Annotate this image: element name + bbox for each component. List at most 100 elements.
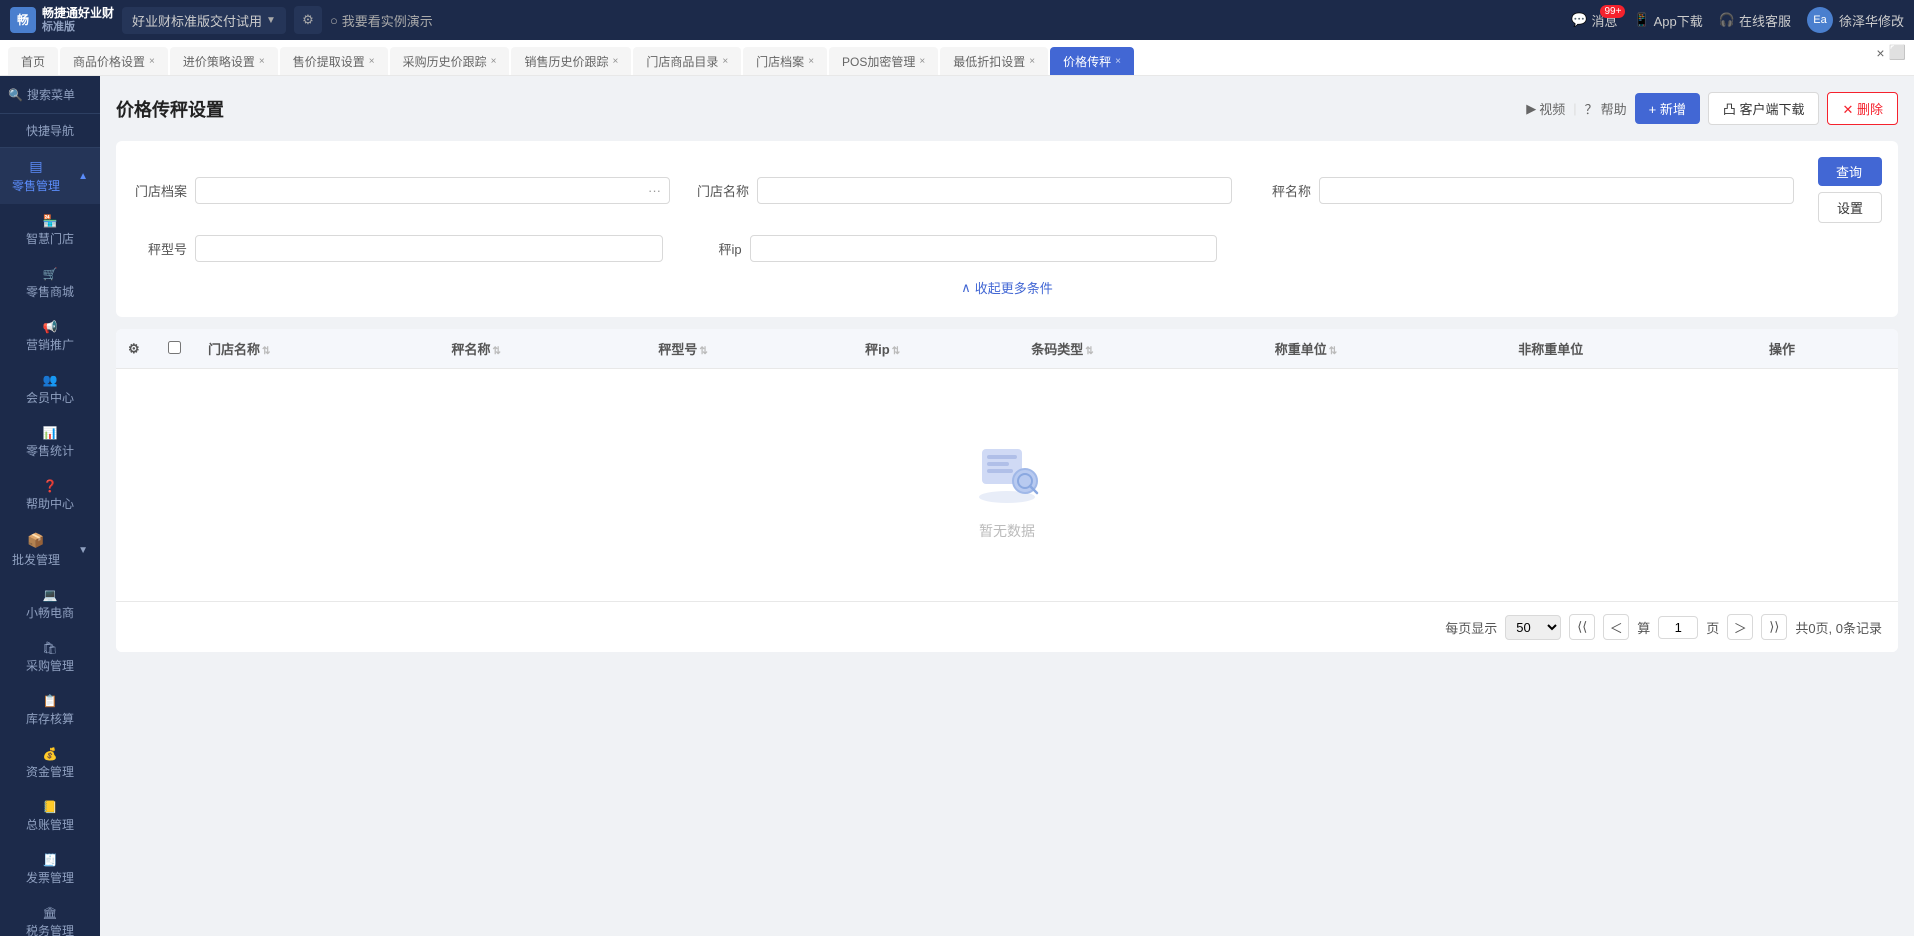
demo-button[interactable]: ○ 我要看实例演示 <box>330 11 433 30</box>
sidebar-item-help[interactable]: ❓ 帮助中心 <box>0 469 100 522</box>
sort-icon[interactable]: ⇅ <box>1085 346 1093 357</box>
close-icon[interactable]: × <box>808 56 814 67</box>
tab-close-buttons: × ⬜ <box>1868 44 1914 61</box>
sidebar-item-marketing[interactable]: 📢 营销推广 <box>0 310 100 363</box>
message-action[interactable]: 💬 消息 99+ <box>1571 11 1617 30</box>
app-download-action[interactable]: 📱 App下载 <box>1633 11 1702 30</box>
separator: | <box>1573 101 1576 116</box>
close-icon[interactable]: × <box>722 56 728 67</box>
tab-product-price[interactable]: 商品价格设置 × <box>60 47 168 75</box>
scale-ip-input[interactable] <box>750 235 1218 262</box>
page-content: 价格传秤设置 ▶ 视频 | ？ 帮助 + 新增 凸 客户端下载 <box>100 76 1914 936</box>
sidebar-item-retail-mgmt[interactable]: ▤ 零售管理 ▲ <box>0 148 100 204</box>
settings-icon[interactable]: ⚙ <box>294 6 322 34</box>
sidebar-item-general-ledger[interactable]: 📒 总账管理 <box>0 790 100 843</box>
sidebar-item-member[interactable]: 👥 会员中心 <box>0 363 100 416</box>
sort-icon[interactable]: ⇅ <box>892 346 900 357</box>
per-page-select[interactable]: 50 10 20 100 <box>1505 615 1561 640</box>
store-archive-input-wrapper[interactable]: ··· <box>195 177 670 204</box>
sidebar-item-retail-mall[interactable]: 🛒 零售商城 <box>0 257 100 310</box>
close-icon[interactable]: × <box>1029 56 1035 67</box>
sidebar-item-finance[interactable]: 💰 资金管理 <box>0 737 100 790</box>
online-service-action[interactable]: 🎧 在线客服 <box>1719 11 1791 30</box>
page-label: 页 <box>1706 618 1719 637</box>
help-icon: ❓ <box>43 479 58 493</box>
tab-price-scale[interactable]: 价格传秤 × <box>1050 47 1134 75</box>
tab-store-profile[interactable]: 门店档案 × <box>743 47 827 75</box>
sort-icon[interactable]: ⇅ <box>262 346 270 357</box>
collapse-button[interactable]: ∧ 收起更多条件 <box>132 274 1882 301</box>
tab-purchase-strategy[interactable]: 进价策略设置 × <box>170 47 278 75</box>
sort-icon[interactable]: ⇅ <box>492 346 500 357</box>
col-weight-unit: 称重单位⇅ <box>1263 329 1506 369</box>
last-page-button[interactable]: ⟩⟩ <box>1761 614 1787 640</box>
sort-icon[interactable]: ⇅ <box>1329 346 1337 357</box>
delete-button[interactable]: ✕ 删除 <box>1827 92 1898 125</box>
headset-icon: 🎧 <box>1719 12 1735 28</box>
app-name: 畅捷通好业财 标准版 <box>42 6 114 34</box>
store-name-input[interactable] <box>757 177 1232 204</box>
sidebar-item-smart-store[interactable]: 🏪 智慧门店 <box>0 204 100 257</box>
sidebar-item-invoice[interactable]: 🧾 发票管理 <box>0 843 100 896</box>
store-archive-input[interactable] <box>204 183 648 198</box>
next-page-button[interactable]: ＞ <box>1727 614 1753 640</box>
tab-home[interactable]: 首页 <box>8 47 58 75</box>
tab-maximize-icon[interactable]: ⬜ <box>1889 44 1906 61</box>
filter-side-buttons: 查询 设置 <box>1818 157 1882 223</box>
table-header-row: ⚙ 门店名称⇅ 秤名称⇅ 秤型 <box>116 329 1898 369</box>
close-icon[interactable]: × <box>1115 56 1121 67</box>
close-icon[interactable]: × <box>369 56 375 67</box>
settings-filter-button[interactable]: 设置 <box>1818 192 1882 223</box>
logo-icon: 畅 <box>10 7 36 33</box>
close-icon[interactable]: × <box>612 56 618 67</box>
sidebar-item-inventory[interactable]: 📋 库存核算 <box>0 684 100 737</box>
chevron-up-icon: ∧ <box>961 280 971 296</box>
filter-row-2: 秤型号 秤ip <box>132 235 1882 262</box>
add-button[interactable]: + 新增 <box>1635 93 1700 124</box>
close-icon[interactable]: × <box>259 56 265 67</box>
tab-pos-encrypt[interactable]: POS加密管理 × <box>829 47 938 75</box>
store-icon: 🏪 <box>43 214 58 228</box>
scale-model-input[interactable] <box>195 235 663 262</box>
user-action[interactable]: Ea 徐泽华修改 <box>1807 7 1904 33</box>
download-button[interactable]: 凸 客户端下载 <box>1708 92 1820 125</box>
scale-name-input[interactable] <box>1319 177 1794 204</box>
tab-close-current-icon[interactable]: × <box>1876 45 1884 61</box>
page-label-before: 算 <box>1637 618 1650 637</box>
filter-scale-ip: 秤ip <box>687 235 1218 262</box>
close-icon[interactable]: × <box>491 56 497 67</box>
sidebar-item-xc-ecommerce[interactable]: 💻 小畅电商 <box>0 578 100 631</box>
tab-min-discount[interactable]: 最低折扣设置 × <box>940 47 1048 75</box>
sidebar-item-retail-stats[interactable]: 📊 零售统计 <box>0 416 100 469</box>
tab-store-catalog[interactable]: 门店商品目录 × <box>633 47 741 75</box>
prev-page-button[interactable]: ＜ <box>1603 614 1629 640</box>
page-number-input[interactable] <box>1658 616 1698 639</box>
help-link[interactable]: ？ 帮助 <box>1585 99 1627 118</box>
tab-sales-history[interactable]: 销售历史价跟踪 × <box>511 47 631 75</box>
video-link[interactable]: ▶ 视频 <box>1526 99 1565 118</box>
page-header: 价格传秤设置 ▶ 视频 | ？ 帮助 + 新增 凸 客户端下载 <box>116 92 1898 125</box>
sidebar-quick-nav[interactable]: 快捷导航 <box>0 114 100 147</box>
select-all-checkbox[interactable] <box>168 341 181 354</box>
data-table: ⚙ 门店名称⇅ 秤名称⇅ 秤型 <box>116 329 1898 601</box>
tab-sale-price[interactable]: 售价提取设置 × <box>280 47 388 75</box>
version-dropdown[interactable]: 好业财标准版交付试用 ▼ <box>122 7 286 34</box>
sidebar-item-purchase[interactable]: 🛍 采购管理 <box>0 631 100 684</box>
phone-icon: 📱 <box>1633 12 1649 28</box>
query-button[interactable]: 查询 <box>1818 157 1882 186</box>
table-settings-icon[interactable]: ⚙ <box>128 341 140 356</box>
page-title: 价格传秤设置 <box>116 96 224 122</box>
bag-icon: 🛍 <box>42 641 57 655</box>
sidebar-item-batch-mgmt[interactable]: 📦 批发管理 ▼ <box>0 522 100 578</box>
col-checkbox <box>156 329 196 369</box>
per-page-label: 每页显示 <box>1445 618 1497 637</box>
sidebar-item-tax[interactable]: 🏛 税务管理 <box>0 896 100 936</box>
arrow-down-icon: ▼ <box>78 545 88 556</box>
ellipsis-icon[interactable]: ··· <box>648 183 661 198</box>
tab-purchase-history[interactable]: 采购历史价跟踪 × <box>390 47 510 75</box>
sort-icon[interactable]: ⇅ <box>699 346 707 357</box>
sidebar-search[interactable]: 🔍 搜索菜单 <box>0 76 100 114</box>
close-icon[interactable]: × <box>149 56 155 67</box>
close-icon[interactable]: × <box>919 56 925 67</box>
first-page-button[interactable]: ⟨⟨ <box>1569 614 1595 640</box>
